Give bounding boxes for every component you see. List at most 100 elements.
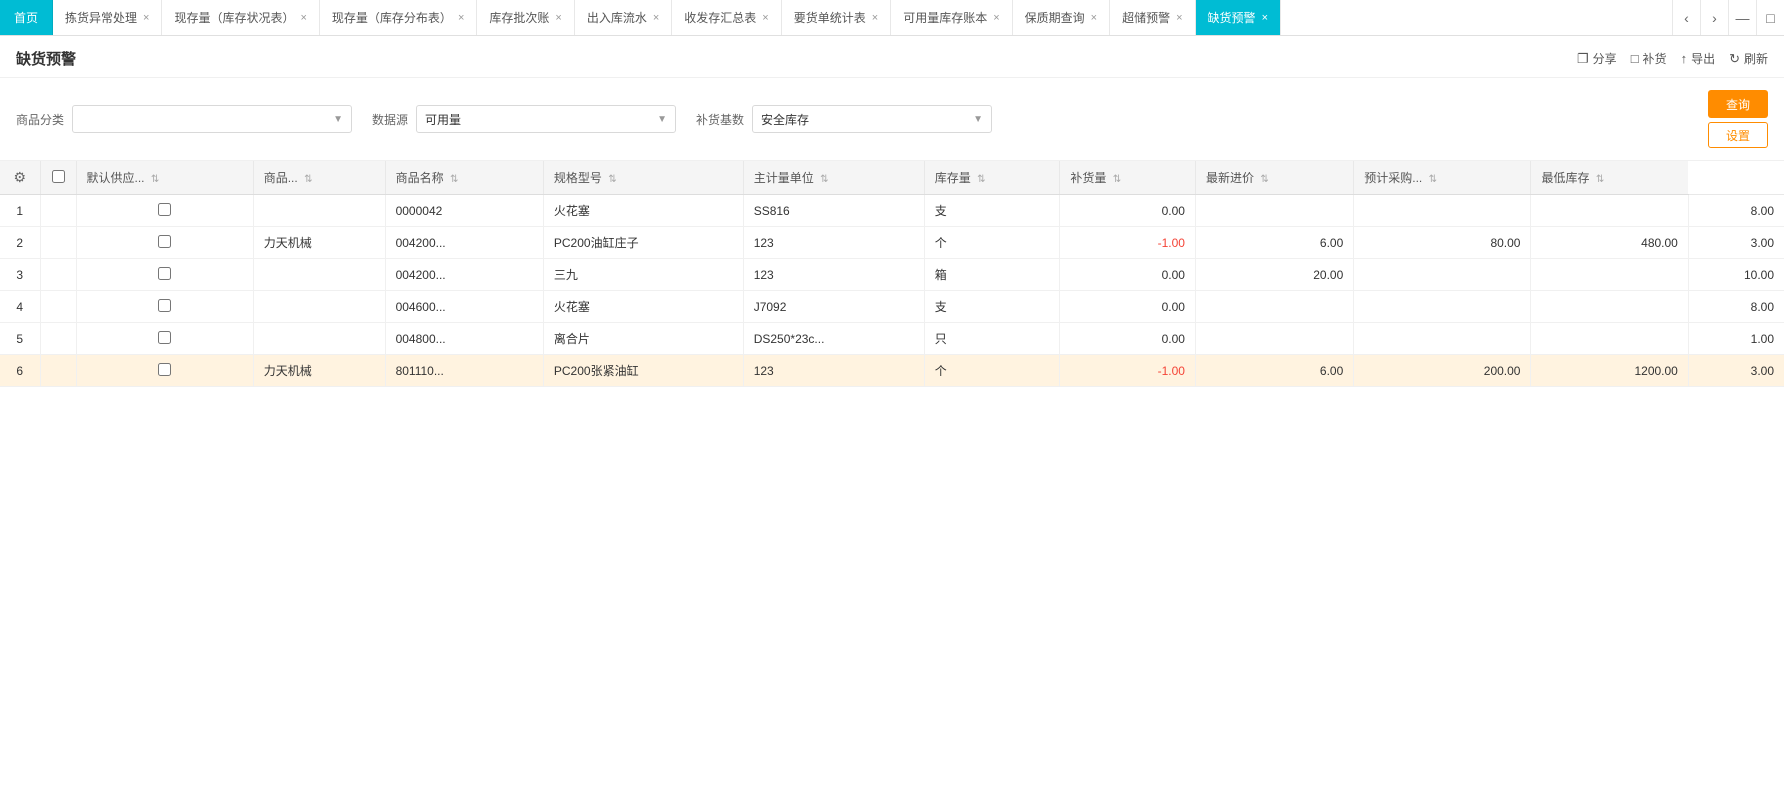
tab-overstock-close[interactable]: ×	[1176, 12, 1182, 24]
td-checkbox-1[interactable]	[76, 227, 253, 259]
sort-icon-supplier: ⇅	[151, 174, 159, 185]
row-checkbox-0[interactable]	[158, 203, 171, 216]
tab-home[interactable]: 首页	[0, 0, 53, 36]
filter-bar: 商品分类 ▼ 数据源 可用量 ▼ 补货基数 安全库存 ▼ 查询 设置	[0, 78, 1784, 161]
th-unit[interactable]: 主计量单位 ⇅	[743, 161, 924, 195]
row-checkbox-2[interactable]	[158, 267, 171, 280]
tab-inventory-status[interactable]: 现存量（库存状况表） ×	[162, 0, 319, 36]
tab-abnormal-close[interactable]: ×	[143, 12, 149, 24]
th-default-supplier[interactable]: 默认供应... ⇅	[76, 161, 253, 195]
tab-overstock[interactable]: 超储预警 ×	[1110, 0, 1195, 36]
tab-inventory-dist-close[interactable]: ×	[458, 12, 464, 24]
tab-inventory-dist-label: 现存量（库存分布表）	[332, 9, 452, 26]
td-checkbox-4[interactable]	[76, 323, 253, 355]
sort-icon-spec: ⇅	[608, 174, 616, 185]
row-checkbox-4[interactable]	[158, 331, 171, 344]
data-table: ⚙ 默认供应... ⇅ 商品... ⇅ 商品名称 ⇅	[0, 161, 1784, 387]
sort-icon-name: ⇅	[450, 174, 458, 185]
tab-home-label: 首页	[14, 9, 38, 26]
table-row: 1 0000042 火花塞 SS816 支 0.00 8.00	[0, 195, 1784, 227]
th-est-purchase[interactable]: 预计采购... ⇅	[1354, 161, 1531, 195]
td-spec-0: SS816	[743, 195, 924, 227]
th-product-name[interactable]: 商品名称 ⇅	[385, 161, 543, 195]
datasource-arrow-icon: ▼	[657, 114, 667, 125]
td-min-4: 1.00	[1688, 323, 1784, 355]
td-price-0	[1354, 195, 1531, 227]
td-code-4: 004800...	[385, 323, 543, 355]
tab-receipt-summary[interactable]: 收发存汇总表 ×	[672, 0, 781, 36]
td-checkbox-2[interactable]	[76, 259, 253, 291]
td-supplier-5: 力天机械	[253, 355, 385, 387]
td-est-1: 480.00	[1531, 227, 1688, 259]
replenish-action[interactable]: □ 补货	[1631, 50, 1667, 67]
refresh-action[interactable]: ↻ 刷新	[1729, 50, 1768, 67]
tab-receipt-summary-close[interactable]: ×	[762, 12, 768, 24]
tab-scroll-left[interactable]: ‹	[1672, 0, 1700, 36]
filter-actions: 查询 设置	[1708, 90, 1768, 148]
sort-icon-unit: ⇅	[820, 174, 828, 185]
sort-icon-code: ⇅	[304, 174, 312, 185]
table-row: 4 004600... 火花塞 J7092 支 0.00 8.00	[0, 291, 1784, 323]
category-select[interactable]: ▼	[72, 105, 352, 133]
td-min-3: 8.00	[1688, 291, 1784, 323]
td-checkbox-5[interactable]	[76, 355, 253, 387]
th-latest-price[interactable]: 最新进价 ⇅	[1195, 161, 1353, 195]
row-checkbox-1[interactable]	[158, 235, 171, 248]
query-button[interactable]: 查询	[1708, 90, 1768, 118]
tab-shortage-close[interactable]: ×	[1262, 12, 1268, 24]
td-code-0: 0000042	[385, 195, 543, 227]
share-action[interactable]: ❐ 分享	[1577, 50, 1617, 67]
td-code-2: 004200...	[385, 259, 543, 291]
sort-icon-min: ⇅	[1596, 174, 1604, 185]
td-rownum-5: 6	[0, 355, 40, 387]
tab-inventory-status-label: 现存量（库存状况表）	[174, 9, 294, 26]
datasource-select[interactable]: 可用量 ▼	[416, 105, 676, 133]
td-unit-2: 箱	[924, 259, 1060, 291]
table-row: 2 力天机械 004200... PC200油缸庄子 123 个 -1.00 6…	[0, 227, 1784, 259]
th-min-stock[interactable]: 最低库存 ⇅	[1531, 161, 1688, 195]
td-settings-3	[40, 291, 76, 323]
tab-minimize[interactable]: —	[1728, 0, 1756, 36]
td-price-2	[1354, 259, 1531, 291]
tab-shortage-label: 缺货预警	[1208, 9, 1256, 26]
row-checkbox-5[interactable]	[158, 363, 171, 376]
th-stock-qty[interactable]: 库存量 ⇅	[924, 161, 1060, 195]
th-settings[interactable]: ⚙	[0, 161, 40, 195]
tab-expiry-query-close[interactable]: ×	[1091, 12, 1097, 24]
td-checkbox-3[interactable]	[76, 291, 253, 323]
tab-shortage[interactable]: 缺货预警 ×	[1196, 0, 1281, 36]
tab-maximize[interactable]: □	[1756, 0, 1784, 36]
th-spec[interactable]: 规格型号 ⇅	[543, 161, 743, 195]
th-product-code[interactable]: 商品... ⇅	[253, 161, 385, 195]
tab-requisition-stats[interactable]: 要货单统计表 ×	[782, 0, 891, 36]
settings-button[interactable]: 设置	[1708, 122, 1768, 148]
tab-expiry-query[interactable]: 保质期查询 ×	[1013, 0, 1110, 36]
tab-receipt-summary-label: 收发存汇总表	[684, 9, 756, 26]
tab-inventory-status-close[interactable]: ×	[300, 12, 306, 24]
tab-abnormal[interactable]: 拣货异常处理 ×	[53, 0, 162, 36]
tab-inout-flow[interactable]: 出入库流水 ×	[575, 0, 672, 36]
share-icon: ❐	[1577, 51, 1589, 67]
export-action[interactable]: ↑ 导出	[1681, 50, 1716, 67]
tab-batch-account-close[interactable]: ×	[555, 12, 561, 24]
td-stock-0: 0.00	[1060, 195, 1196, 227]
row-checkbox-3[interactable]	[158, 299, 171, 312]
tab-requisition-stats-close[interactable]: ×	[872, 12, 878, 24]
td-min-0: 8.00	[1688, 195, 1784, 227]
th-replenish-qty[interactable]: 补货量 ⇅	[1060, 161, 1196, 195]
td-spec-5: 123	[743, 355, 924, 387]
tab-requisition-stats-label: 要货单统计表	[794, 9, 866, 26]
tab-inventory-dist[interactable]: 现存量（库存分布表） ×	[320, 0, 477, 36]
tab-scroll-right[interactable]: ›	[1700, 0, 1728, 36]
td-supplier-1: 力天机械	[253, 227, 385, 259]
tab-available-ledger-close[interactable]: ×	[993, 12, 999, 24]
tab-inout-flow-close[interactable]: ×	[653, 12, 659, 24]
column-settings-icon[interactable]: ⚙	[13, 169, 26, 185]
tab-bar: 首页 拣货异常处理 × 现存量（库存状况表） × 现存量（库存分布表） × 库存…	[0, 0, 1784, 36]
tab-available-ledger[interactable]: 可用量库存账本 ×	[891, 0, 1012, 36]
select-all-checkbox[interactable]	[52, 170, 65, 183]
th-checkbox	[40, 161, 76, 195]
td-checkbox-0[interactable]	[76, 195, 253, 227]
replenish-base-select[interactable]: 安全库存 ▼	[752, 105, 992, 133]
tab-batch-account[interactable]: 库存批次账 ×	[477, 0, 574, 36]
